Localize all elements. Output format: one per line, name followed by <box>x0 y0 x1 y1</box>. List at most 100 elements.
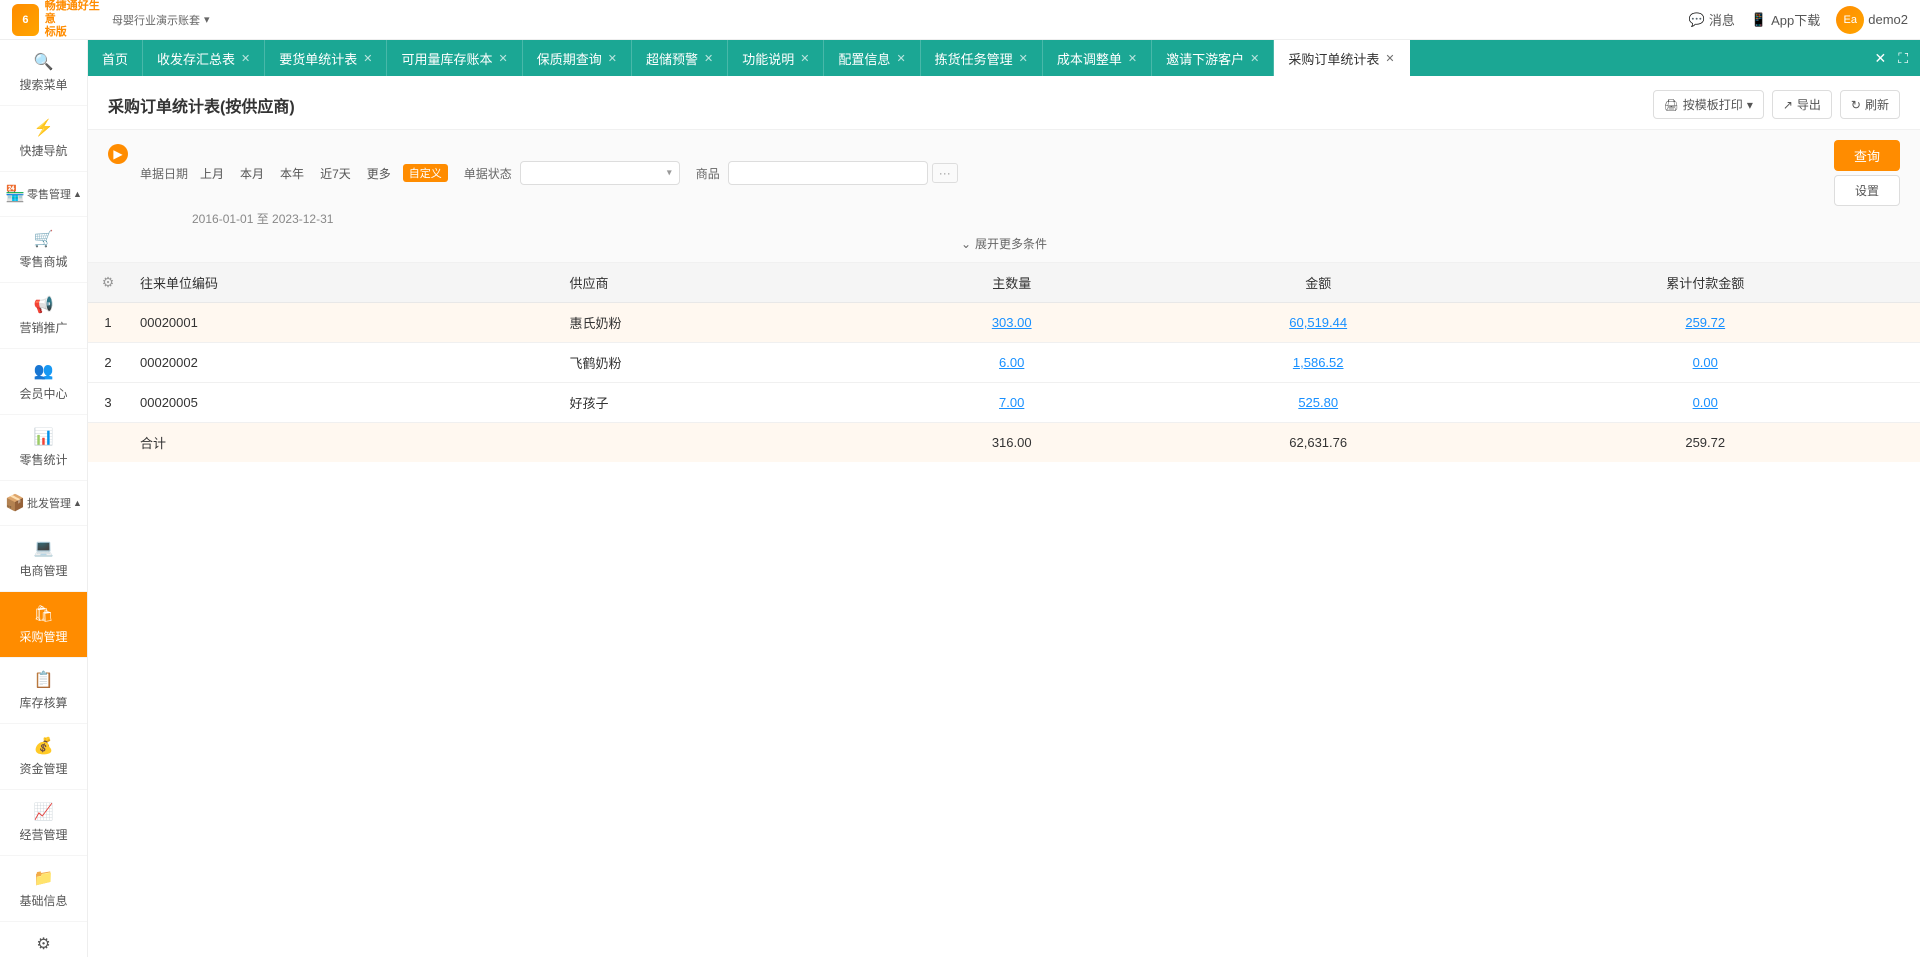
tab-expiry[interactable]: 保质期查询 ✕ <box>523 40 632 76</box>
print-icon: 🖨 <box>1664 98 1679 112</box>
search-button[interactable]: 查询 <box>1834 140 1900 171</box>
sidebar-item-retail-stat[interactable]: 📊 零售统计 <box>0 415 87 481</box>
tab-overstock[interactable]: 超储预警 ✕ <box>632 40 728 76</box>
tab-close-funcguide[interactable]: ✕ <box>800 52 809 65</box>
sidebar-item-wholesale[interactable]: 📦 批发管理 ▲ <box>0 481 87 526</box>
tab-invite[interactable]: 邀请下游客户 ✕ <box>1152 40 1274 76</box>
tab-close-available[interactable]: ✕ <box>499 52 508 65</box>
date-shortcut-7days[interactable]: 近7天 <box>316 163 355 184</box>
tab-fullscreen[interactable]: ⛶ <box>1894 46 1912 71</box>
message-icon: 💬 <box>1689 12 1705 28</box>
date-shortcut-thismonth[interactable]: 本月 <box>236 163 268 184</box>
settings-button[interactable]: 设置 <box>1834 175 1900 206</box>
sidebar-item-system[interactable]: ⚙ 系统管理 <box>0 922 87 957</box>
tab-close-overstock[interactable]: ✕ <box>704 52 713 65</box>
system-icon: ⚙ <box>36 934 50 954</box>
goods-input[interactable] <box>728 161 928 185</box>
row-2-supplier: 飞鹤奶粉 <box>557 343 877 383</box>
sidebar-item-marketing[interactable]: 📢 营销推广 <box>0 283 87 349</box>
tab-inout[interactable]: 收发存汇总表 ✕ <box>143 40 265 76</box>
main-area: 首页 收发存汇总表 ✕ 要货单统计表 ✕ 可用量库存账本 ✕ 保质期查询 ✕ 超… <box>88 40 1920 957</box>
account-dropdown[interactable]: 母婴行业演示账套 ▾ <box>112 12 1677 28</box>
purchase-icon: 🛍 <box>33 604 53 624</box>
goods-filter-group: 商品 ··· <box>696 161 958 185</box>
row-3-code: 00020005 <box>128 383 557 423</box>
goods-filter-label: 商品 <box>696 165 720 182</box>
table-row: 2 00020002 飞鹤奶粉 6.00 1,586.52 0.00 <box>88 343 1920 383</box>
sidebar-item-finance[interactable]: 💰 资金管理 <box>0 724 87 790</box>
sidebar-item-ecom[interactable]: 💻 电商管理 <box>0 526 87 592</box>
tab-close-purchasestat[interactable]: ✕ <box>1385 52 1394 65</box>
sidebar-item-search[interactable]: 🔍 搜索菜单 <box>0 40 87 106</box>
sidebar-item-shop[interactable]: 🛒 零售商城 <box>0 217 87 283</box>
tab-close-config[interactable]: ✕ <box>896 52 905 65</box>
page-content: 采购订单统计表(按供应商) 🖨 按模板打印 ▾ ↗ 导出 ↻ 刷新 <box>88 76 1920 957</box>
export-button[interactable]: ↗ 导出 <box>1772 90 1832 119</box>
row-1-amount[interactable]: 60,519.44 <box>1146 303 1491 343</box>
refresh-button[interactable]: ↻ 刷新 <box>1840 90 1900 119</box>
sidebar-item-member[interactable]: 👥 会员中心 <box>0 349 87 415</box>
page-actions: 🖨 按模板打印 ▾ ↗ 导出 ↻ 刷新 <box>1653 90 1900 119</box>
row-1-supplier: 惠氏奶粉 <box>557 303 877 343</box>
date-custom-badge[interactable]: 自定义 <box>403 164 448 182</box>
tab-close-demand[interactable]: ✕ <box>363 52 372 65</box>
date-shortcut-thisyear[interactable]: 本年 <box>276 163 308 184</box>
message-button[interactable]: 💬 消息 <box>1689 10 1735 29</box>
status-select[interactable] <box>520 161 680 185</box>
tab-close-all[interactable]: ✕ <box>1870 46 1890 71</box>
row-3-amount[interactable]: 525.80 <box>1146 383 1491 423</box>
date-shortcut-lastmonth[interactable]: 上月 <box>196 163 228 184</box>
row-1-qty[interactable]: 303.00 <box>877 303 1145 343</box>
sidebar-item-operation[interactable]: 📈 经营管理 <box>0 790 87 856</box>
filter-row-1: 单据日期 上月 本月 本年 近7天 更多 自定义 <box>140 140 1900 206</box>
row-1-code: 00020001 <box>128 303 557 343</box>
tab-close-picktask[interactable]: ✕ <box>1019 52 1028 65</box>
date-shortcut-more[interactable]: 更多 <box>363 163 395 184</box>
footer-qty: 316.00 <box>877 423 1145 463</box>
tab-purchasestat[interactable]: 采购订单统计表 ✕ <box>1274 40 1409 76</box>
tab-config[interactable]: 配置信息 ✕ <box>824 40 920 76</box>
user-profile[interactable]: Ea demo2 <box>1836 6 1908 34</box>
goods-input-wrapper: ··· <box>728 161 958 185</box>
main-layout: 🔍 搜索菜单 ⚡ 快捷导航 🏪 零售管理 ▲ 🛒 零售商城 📢 营销推广 👥 会… <box>0 40 1920 957</box>
row-3-index: 3 <box>88 383 128 423</box>
app-download-button[interactable]: 📱 App下载 <box>1751 10 1820 29</box>
avatar: Ea <box>1836 6 1864 34</box>
row-1-paid[interactable]: 259.72 <box>1490 303 1920 343</box>
footer-label: 合计 <box>128 423 877 463</box>
tab-costadjust[interactable]: 成本调整单 ✕ <box>1043 40 1152 76</box>
expand-more-button[interactable]: ⌄ 展开更多条件 <box>961 235 1047 252</box>
template-print-button[interactable]: 🖨 按模板打印 ▾ <box>1653 90 1764 119</box>
logo-text: 畅捷通好生意 标版 <box>45 0 100 39</box>
row-2-amount[interactable]: 1,586.52 <box>1146 343 1491 383</box>
row-3-paid[interactable]: 0.00 <box>1490 383 1920 423</box>
wholesale-arrow: ▲ <box>73 498 82 508</box>
tab-picktask[interactable]: 拣货任务管理 ✕ <box>921 40 1043 76</box>
tab-home[interactable]: 首页 <box>88 40 143 76</box>
sidebar-item-basic[interactable]: 📁 基础信息 <box>0 856 87 922</box>
marketing-icon: 📢 <box>34 295 54 315</box>
sidebar-item-quicknav[interactable]: ⚡ 快捷导航 <box>0 106 87 172</box>
sidebar-item-retail[interactable]: 🏪 零售管理 ▲ <box>0 172 87 217</box>
tab-close-expiry[interactable]: ✕ <box>608 52 617 65</box>
tab-available[interactable]: 可用量库存账本 ✕ <box>387 40 522 76</box>
goods-more-button[interactable]: ··· <box>932 163 958 183</box>
collapse-filter-button[interactable]: ▶ <box>108 144 128 164</box>
tab-demand[interactable]: 要货单统计表 ✕ <box>265 40 387 76</box>
tab-bar-actions: ✕ ⛶ <box>1862 46 1920 71</box>
column-settings-icon[interactable]: ⚙ <box>102 274 115 290</box>
export-icon: ↗ <box>1783 98 1793 112</box>
tab-funcguide[interactable]: 功能说明 ✕ <box>728 40 824 76</box>
tab-bar: 首页 收发存汇总表 ✕ 要货单统计表 ✕ 可用量库存账本 ✕ 保质期查询 ✕ 超… <box>88 40 1920 76</box>
sidebar-item-purchase[interactable]: 🛍 采购管理 <box>0 592 87 658</box>
tab-close-costadjust[interactable]: ✕ <box>1128 52 1137 65</box>
status-filter-group: 单据状态 <box>464 161 680 185</box>
date-range-display: 2016-01-01 至 2023-12-31 <box>140 210 1900 227</box>
row-2-qty[interactable]: 6.00 <box>877 343 1145 383</box>
tab-close-inout[interactable]: ✕ <box>241 52 250 65</box>
row-2-paid[interactable]: 0.00 <box>1490 343 1920 383</box>
quicknav-icon: ⚡ <box>34 118 54 138</box>
row-3-qty[interactable]: 7.00 <box>877 383 1145 423</box>
sidebar-item-inventory[interactable]: 📋 库存核算 <box>0 658 87 724</box>
tab-close-invite[interactable]: ✕ <box>1250 52 1259 65</box>
